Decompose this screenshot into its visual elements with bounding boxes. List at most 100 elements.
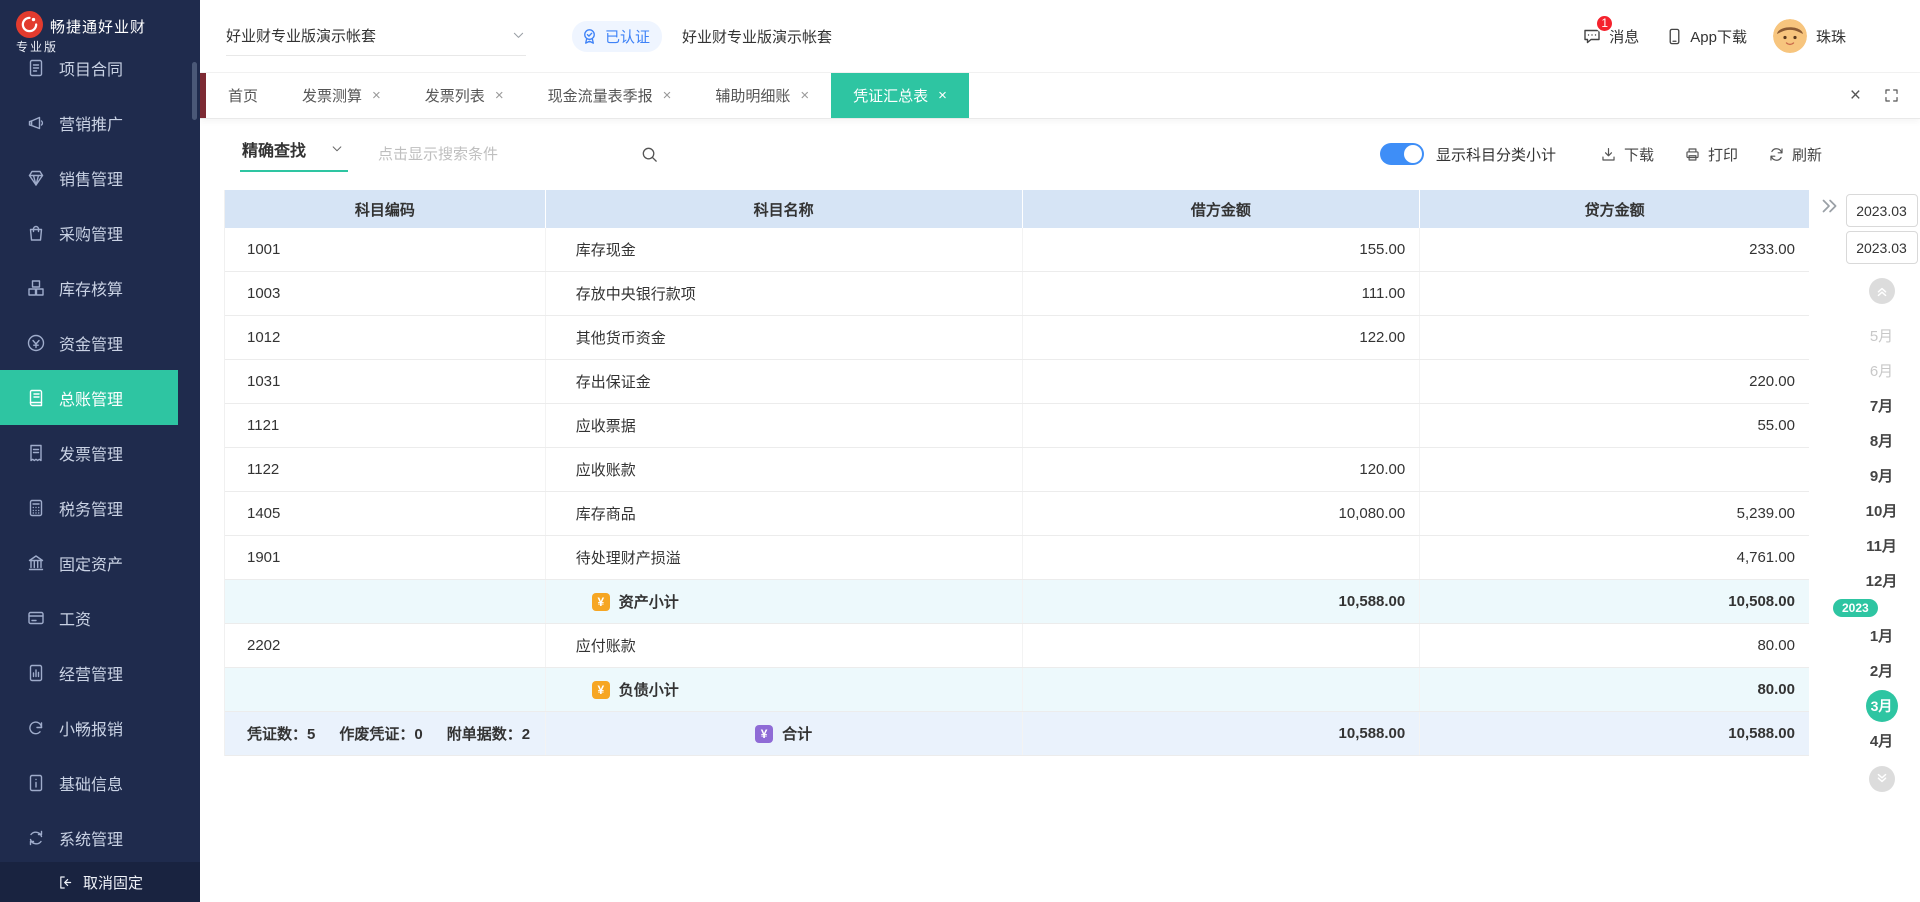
account-name: 存出保证金	[546, 360, 1023, 403]
gem-icon	[26, 168, 46, 188]
avatar	[1772, 19, 1807, 53]
megaphone-icon	[26, 113, 46, 133]
account-row[interactable]: 1121 应收票据 55.00	[225, 404, 1809, 448]
refresh-button[interactable]: 刷新	[1768, 144, 1822, 165]
month-9月[interactable]: 9月	[1843, 458, 1920, 493]
account-row[interactable]: 1003 存放中央银行款项 111.00	[225, 272, 1809, 316]
info-doc-icon	[26, 773, 46, 793]
account-name: 库存现金	[546, 228, 1023, 271]
search-mode-select[interactable]: 精确查找	[240, 137, 348, 172]
account-name: ¥ 负债小计	[546, 668, 1023, 711]
sidebar-item-经营管理[interactable]: 经营管理	[0, 645, 178, 700]
tab-label: 凭证汇总表	[853, 88, 929, 105]
sidebar-scrollbar-thumb[interactable]	[192, 62, 197, 120]
tab-close-icon[interactable]: ×	[938, 88, 947, 103]
month-4月[interactable]: 4月	[1843, 723, 1920, 758]
close-tab-icon[interactable]: ×	[1850, 86, 1861, 105]
messages-label: 消息	[1609, 28, 1640, 46]
tab-close-icon[interactable]: ×	[372, 88, 381, 103]
chart-doc-icon	[26, 663, 46, 683]
tab-bar: 首页 发票测算 × 发票列表 × 现金流量表季报 × 辅助明细账 × 凭证汇总表 × ×	[200, 73, 1920, 119]
active-month-circle: 3月	[1865, 689, 1898, 722]
tab-凭证汇总表[interactable]: 凭证汇总表 ×	[831, 73, 969, 118]
sidebar-item-系统管理[interactable]: 系统管理	[0, 810, 178, 862]
column-header-科目名称[interactable]: 科目名称	[546, 190, 1023, 228]
subtotal-row[interactable]: ¥ 负债小计 80.00	[225, 668, 1809, 712]
tab-辅助明细账[interactable]: 辅助明细账 ×	[693, 73, 831, 118]
subtotal-coin-icon: ¥	[591, 680, 610, 699]
month-10月[interactable]: 10月	[1843, 493, 1920, 528]
sidebar-item-发票管理[interactable]: 发票管理	[0, 425, 178, 480]
account-row[interactable]: 1012 其他货币资金 122.00	[225, 316, 1809, 360]
sidebar-item-销售管理[interactable]: 销售管理	[0, 150, 178, 205]
scroll-months-up-button[interactable]	[1868, 278, 1895, 304]
tab-close-icon[interactable]: ×	[663, 88, 672, 103]
sidebar-item-label: 营销推广	[59, 116, 124, 134]
tab-现金流量表季报[interactable]: 现金流量表季报 ×	[526, 73, 694, 118]
month-8月[interactable]: 8月	[1843, 423, 1920, 458]
debit-amount: 10,080.00	[1023, 492, 1421, 535]
search-input[interactable]	[378, 145, 640, 163]
sync-icon	[26, 828, 46, 848]
column-header-借方金额[interactable]: 借方金额	[1023, 190, 1421, 228]
sidebar-item-工资[interactable]: 工资	[0, 590, 178, 645]
account-name: 应付账款	[546, 624, 1023, 667]
print-button[interactable]: 打印	[1684, 144, 1738, 165]
unpin-sidebar-button[interactable]: 取消固定	[0, 862, 200, 902]
account-name: 应收账款	[546, 448, 1023, 491]
brand-title: 畅捷通好业财	[50, 19, 147, 36]
tab-首页[interactable]: 首页	[206, 73, 280, 118]
account-name: 待处理财产损溢	[546, 536, 1023, 579]
date-panel-collapse-icon[interactable]	[1818, 195, 1840, 217]
sidebar-item-总账管理[interactable]: 总账管理	[0, 370, 178, 425]
period-box-2[interactable]: 2023.03	[1845, 231, 1918, 264]
period-box-1[interactable]: 2023.03	[1845, 194, 1918, 227]
sidebar-item-固定资产[interactable]: 固定资产	[0, 535, 178, 590]
account-row[interactable]: 1031 存出保证金 220.00	[225, 360, 1809, 404]
stat-item: 附单据数：2	[446, 726, 531, 743]
total-credit-amount: 10,588.00	[1728, 725, 1795, 742]
sidebar-item-项目合同[interactable]: 项目合同	[0, 56, 178, 95]
tab-close-icon[interactable]: ×	[800, 88, 809, 103]
month-7月[interactable]: 7月	[1843, 388, 1920, 423]
toolbar-right: 显示科目分类小计 下载 打印 刷新	[1379, 143, 1822, 165]
sidebar-item-小畅报销[interactable]: 小畅报销	[0, 700, 178, 755]
month-6月[interactable]: 6月	[1843, 353, 1920, 388]
sidebar-item-基础信息[interactable]: 基础信息	[0, 755, 178, 810]
month-12月[interactable]: 12月	[1843, 563, 1920, 598]
tab-发票列表[interactable]: 发票列表 ×	[403, 73, 526, 118]
tab-close-icon[interactable]: ×	[495, 88, 504, 103]
month-3月[interactable]: 3月	[1843, 688, 1920, 723]
user-menu[interactable]: 珠珠	[1772, 19, 1846, 53]
fullscreen-icon[interactable]	[1883, 87, 1900, 104]
month-1月[interactable]: 1月	[1843, 618, 1920, 653]
account-set-select[interactable]: 好业财专业版演示帐套	[226, 16, 526, 56]
download-button[interactable]: 下载	[1600, 144, 1654, 165]
month-11月[interactable]: 11月	[1843, 528, 1920, 563]
column-header-贷方金额[interactable]: 贷方金额	[1420, 190, 1809, 228]
account-row[interactable]: 2202 应付账款 80.00	[225, 624, 1809, 668]
sidebar-item-库存核算[interactable]: 库存核算	[0, 260, 178, 315]
sidebar-item-营销推广[interactable]: 营销推广	[0, 95, 178, 150]
account-row[interactable]: 1901 待处理财产损溢 4,761.00	[225, 536, 1809, 580]
search-icon[interactable]	[640, 145, 659, 164]
account-name: 其他货币资金	[546, 316, 1023, 359]
messages-button[interactable]: 1 消息	[1582, 13, 1640, 47]
subtotal-row[interactable]: ¥ 资产小计 10,588.00 10,508.00	[225, 580, 1809, 624]
subtotal-toggle[interactable]	[1379, 143, 1424, 165]
account-row[interactable]: 1405 库存商品 10,080.00 5,239.00	[225, 492, 1809, 536]
month-5月[interactable]: 5月	[1843, 318, 1920, 353]
sidebar-item-采购管理[interactable]: 采购管理	[0, 205, 178, 260]
app-download-button[interactable]: App下载	[1665, 26, 1747, 47]
account-row[interactable]: 1001 库存现金 155.00 233.00	[225, 228, 1809, 272]
account-row[interactable]: 1122 应收账款 120.00	[225, 448, 1809, 492]
scroll-months-down-button[interactable]	[1868, 766, 1895, 792]
sidebar-item-资金管理[interactable]: 资金管理	[0, 315, 178, 370]
tab-发票测算[interactable]: 发票测算 ×	[280, 73, 403, 118]
month-2月[interactable]: 2月	[1843, 653, 1920, 688]
search-mode-value: 精确查找	[242, 142, 307, 160]
sidebar-item-label: 采购管理	[59, 226, 124, 244]
swirl-icon	[26, 718, 46, 738]
column-header-科目编码[interactable]: 科目编码	[225, 190, 546, 228]
sidebar-item-税务管理[interactable]: 税务管理	[0, 480, 178, 535]
